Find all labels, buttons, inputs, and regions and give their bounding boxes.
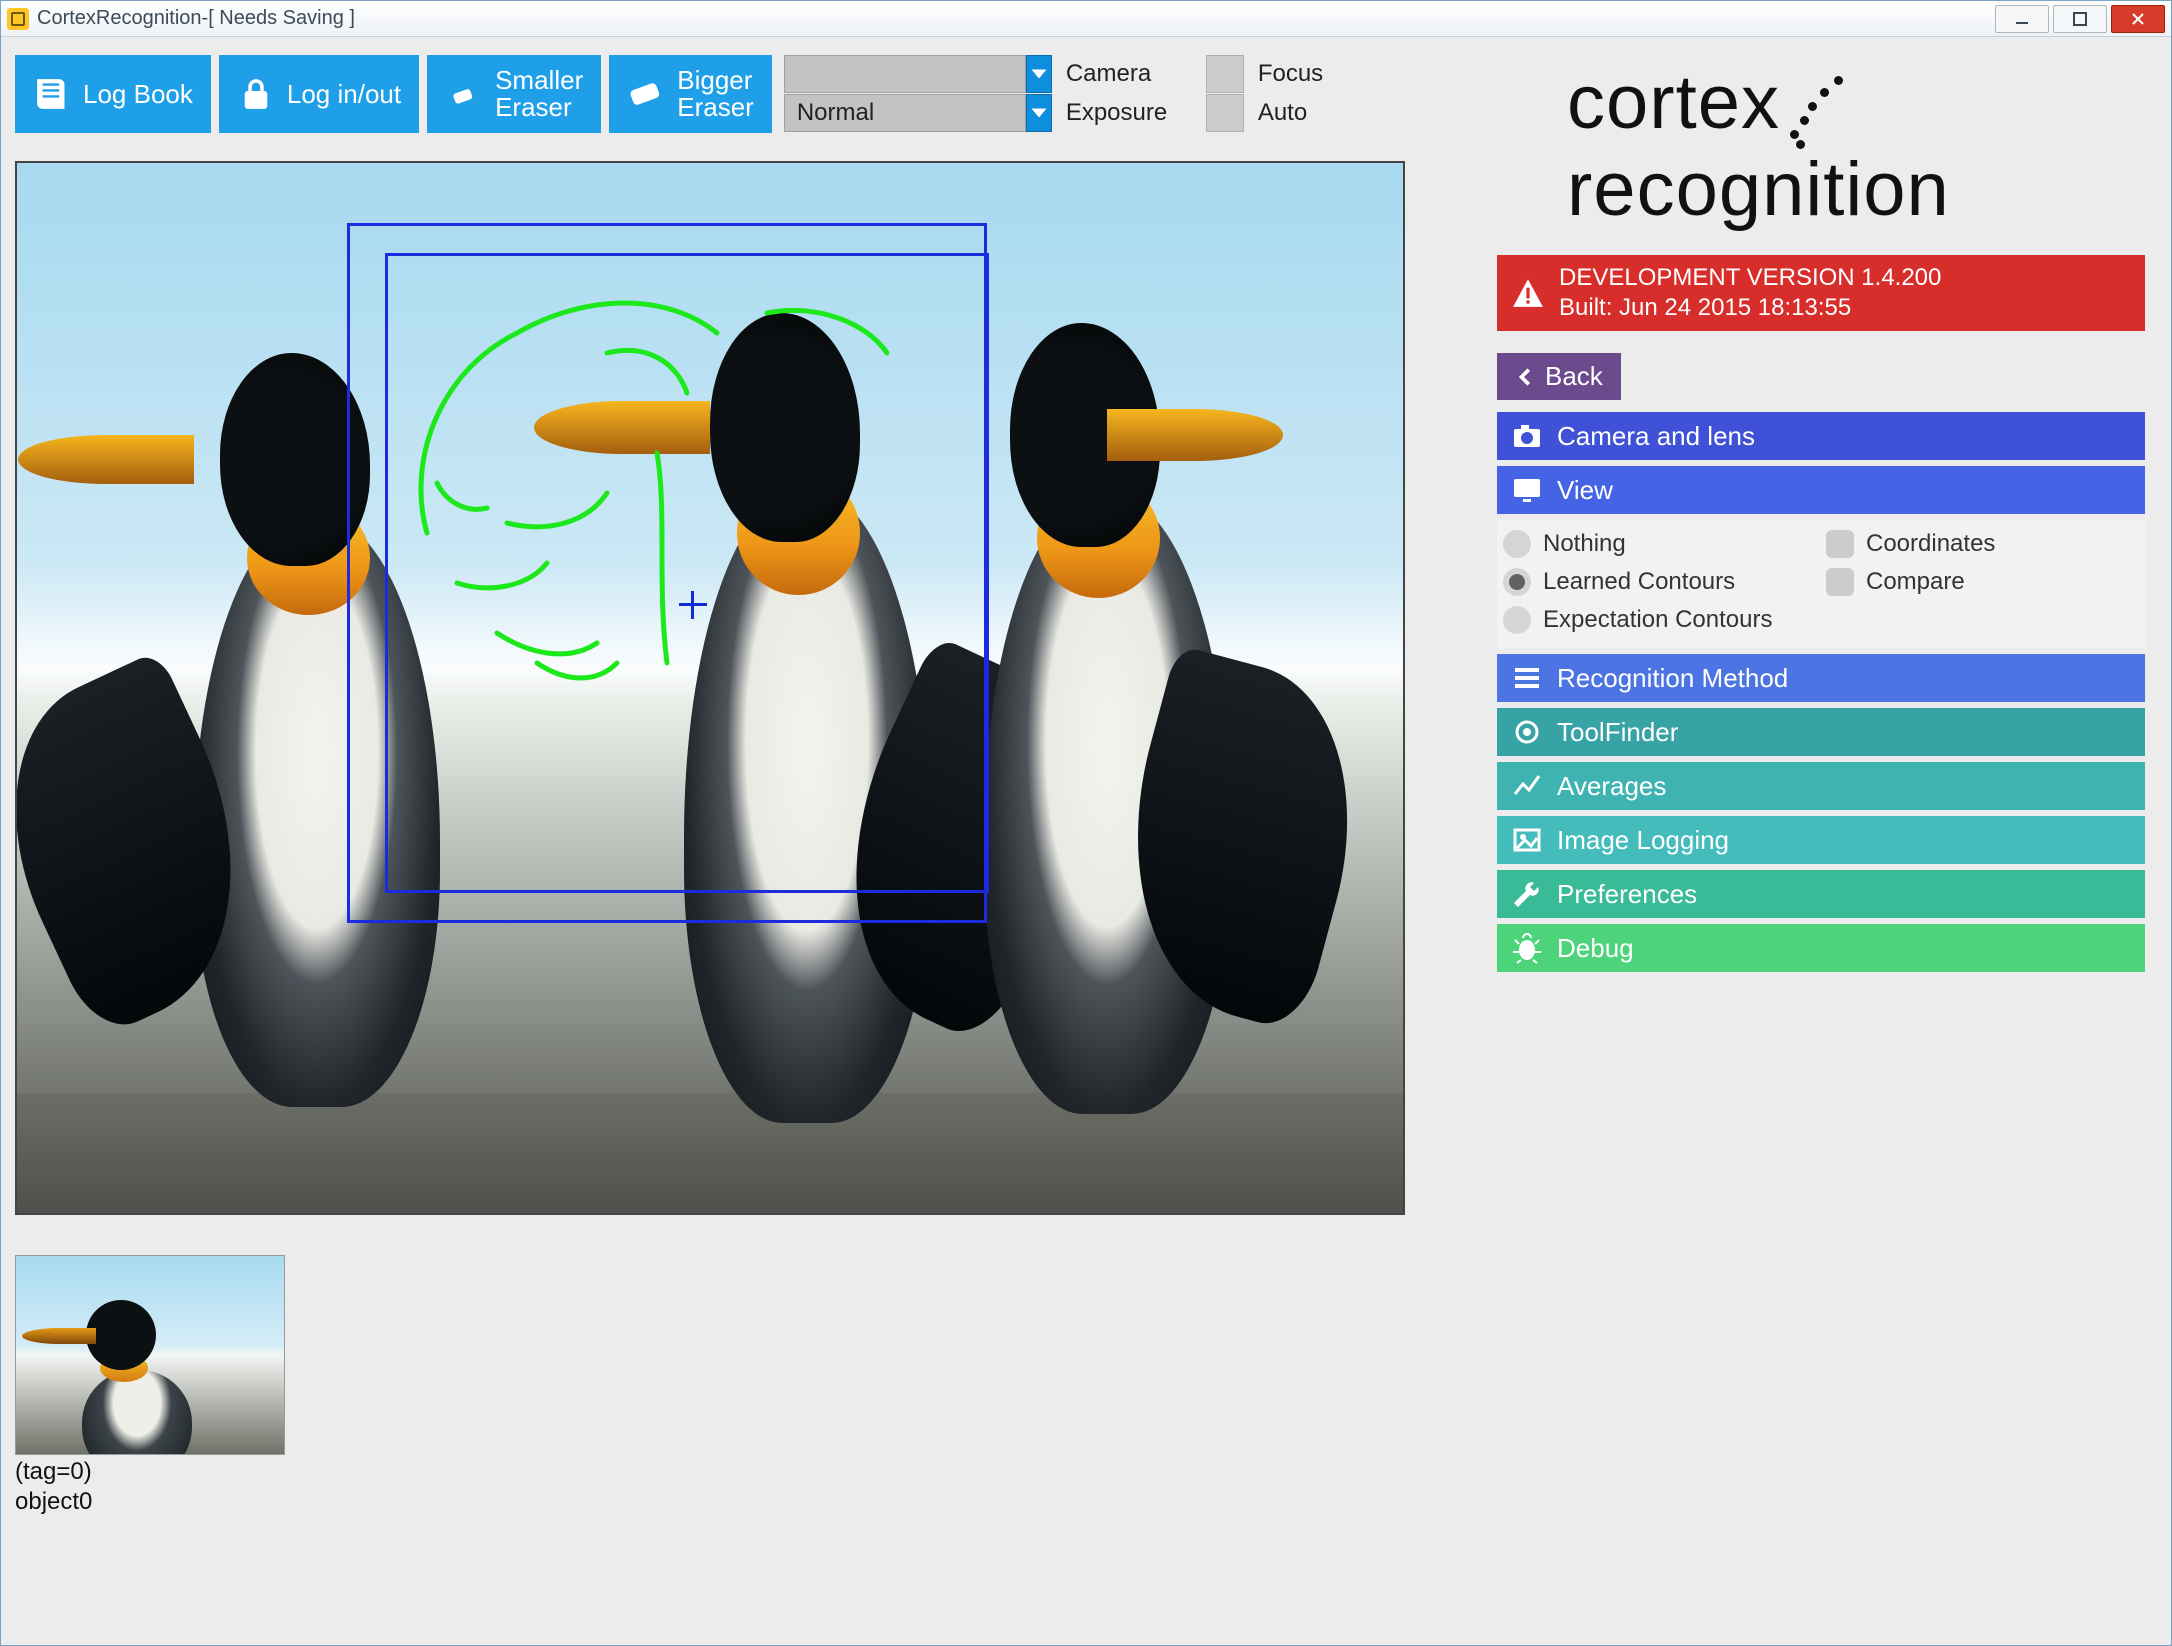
list-icon (1511, 662, 1543, 694)
recognition-method-button[interactable]: Recognition Method (1497, 654, 2145, 702)
image-icon (1511, 824, 1543, 856)
debug-button[interactable]: Debug (1497, 924, 2145, 972)
logo-dots-icon (1790, 74, 1844, 146)
thumb-caption-tag: (tag=0) (15, 1457, 1485, 1487)
checkbox-icon (1826, 530, 1854, 558)
image-logging-button[interactable]: Image Logging (1497, 816, 2145, 864)
version-alert: DEVELOPMENT VERSION 1.4.200 Built: Jun 2… (1497, 255, 2145, 331)
close-button[interactable] (2111, 5, 2165, 33)
window-controls (1995, 5, 2165, 33)
warning-icon (1511, 276, 1545, 310)
toolfinder-label: ToolFinder (1557, 717, 1678, 748)
bigger-eraser-l1: Bigger (677, 67, 754, 94)
maximize-button[interactable] (2053, 5, 2107, 33)
exposure-select-arrow[interactable] (1026, 94, 1052, 132)
toolbar: Log Book Log in/out Smaller Eraser (15, 55, 1485, 133)
eraser-small-icon (445, 75, 483, 113)
logo-word1: cortex (1567, 59, 1780, 146)
minimize-button[interactable] (1995, 5, 2049, 33)
exposure-select-field[interactable]: Normal (784, 94, 1026, 132)
app-icon (7, 8, 29, 30)
smaller-eraser-l1: Smaller (495, 67, 583, 94)
log-book-button[interactable]: Log Book (15, 55, 211, 133)
auto-label: Auto (1244, 94, 1362, 132)
averages-label: Averages (1557, 771, 1666, 802)
log-in-out-label: Log in/out (287, 79, 401, 110)
focus-label: Focus (1244, 55, 1362, 93)
radio-icon (1503, 606, 1531, 634)
auto-box[interactable] (1206, 94, 1244, 132)
titlebar: CortexRecognition-[ Needs Saving ] (1, 1, 2171, 37)
focus-box[interactable] (1206, 55, 1244, 93)
bug-icon (1511, 932, 1543, 964)
alert-line2: Built: Jun 24 2015 18:13:55 (1559, 293, 1941, 323)
recognition-label: Recognition Method (1557, 663, 1788, 694)
camera-lens-button[interactable]: Camera and lens (1497, 412, 2145, 460)
camera-lens-label: Camera and lens (1557, 421, 1755, 452)
object-thumbnail[interactable] (15, 1255, 285, 1455)
log-book-label: Log Book (83, 79, 193, 110)
back-label: Back (1545, 361, 1603, 392)
alert-line1: DEVELOPMENT VERSION 1.4.200 (1559, 263, 1941, 293)
preferences-button[interactable]: Preferences (1497, 870, 2145, 918)
logo-word2: recognition (1567, 146, 1950, 233)
camera-settings: Camera Focus Normal Exposure Auto (784, 55, 1362, 133)
lock-icon (237, 75, 275, 113)
monitor-icon (1511, 474, 1543, 506)
back-button[interactable]: Back (1497, 353, 1621, 400)
toolfinder-button[interactable]: ToolFinder (1497, 708, 2145, 756)
view-options: Nothing Coordinates Learned Contours Com… (1497, 520, 2145, 648)
preferences-label: Preferences (1557, 879, 1697, 910)
camera-label: Camera (1052, 55, 1202, 93)
wrench-icon (1511, 878, 1543, 910)
radio-selected-icon (1503, 568, 1531, 596)
view-label: View (1557, 475, 1613, 506)
smaller-eraser-button[interactable]: Smaller Eraser (427, 55, 601, 133)
smaller-eraser-l2: Eraser (495, 94, 583, 121)
radio-icon (1503, 530, 1531, 558)
view-option-coordinates[interactable]: Coordinates (1826, 530, 2139, 558)
view-button[interactable]: View (1497, 466, 2145, 514)
view-option-expectation[interactable]: Expectation Contours (1503, 606, 2139, 634)
thumb-caption-name: object0 (15, 1487, 1485, 1517)
debug-label: Debug (1557, 933, 1634, 964)
bigger-eraser-l2: Eraser (677, 94, 754, 121)
selection-rect-inner (385, 253, 989, 893)
brand-logo: cortex recognition (1497, 59, 2145, 233)
view-option-nothing[interactable]: Nothing (1503, 530, 1816, 558)
target-icon (1511, 716, 1543, 748)
thumbnail-area: (tag=0) object0 (15, 1255, 1485, 1517)
log-in-out-button[interactable]: Log in/out (219, 55, 419, 133)
chevron-left-icon (1515, 366, 1537, 388)
camera-icon (1511, 420, 1543, 452)
crosshair-icon (679, 591, 707, 619)
camera-select-field[interactable] (784, 55, 1026, 93)
view-option-compare[interactable]: Compare (1826, 568, 2139, 596)
image-logging-label: Image Logging (1557, 825, 1729, 856)
image-viewport[interactable] (15, 161, 1405, 1215)
application-window: CortexRecognition-[ Needs Saving ] (0, 0, 2172, 1646)
window-title: CortexRecognition-[ Needs Saving ] (37, 7, 355, 30)
checkbox-icon (1826, 568, 1854, 596)
bigger-eraser-button[interactable]: Bigger Eraser (609, 55, 772, 133)
view-option-learned[interactable]: Learned Contours (1503, 568, 1816, 596)
averages-button[interactable]: Averages (1497, 762, 2145, 810)
book-icon (33, 75, 71, 113)
exposure-label: Exposure (1052, 94, 1202, 132)
camera-select-arrow[interactable] (1026, 55, 1052, 93)
eraser-big-icon (627, 75, 665, 113)
chart-line-icon (1511, 770, 1543, 802)
